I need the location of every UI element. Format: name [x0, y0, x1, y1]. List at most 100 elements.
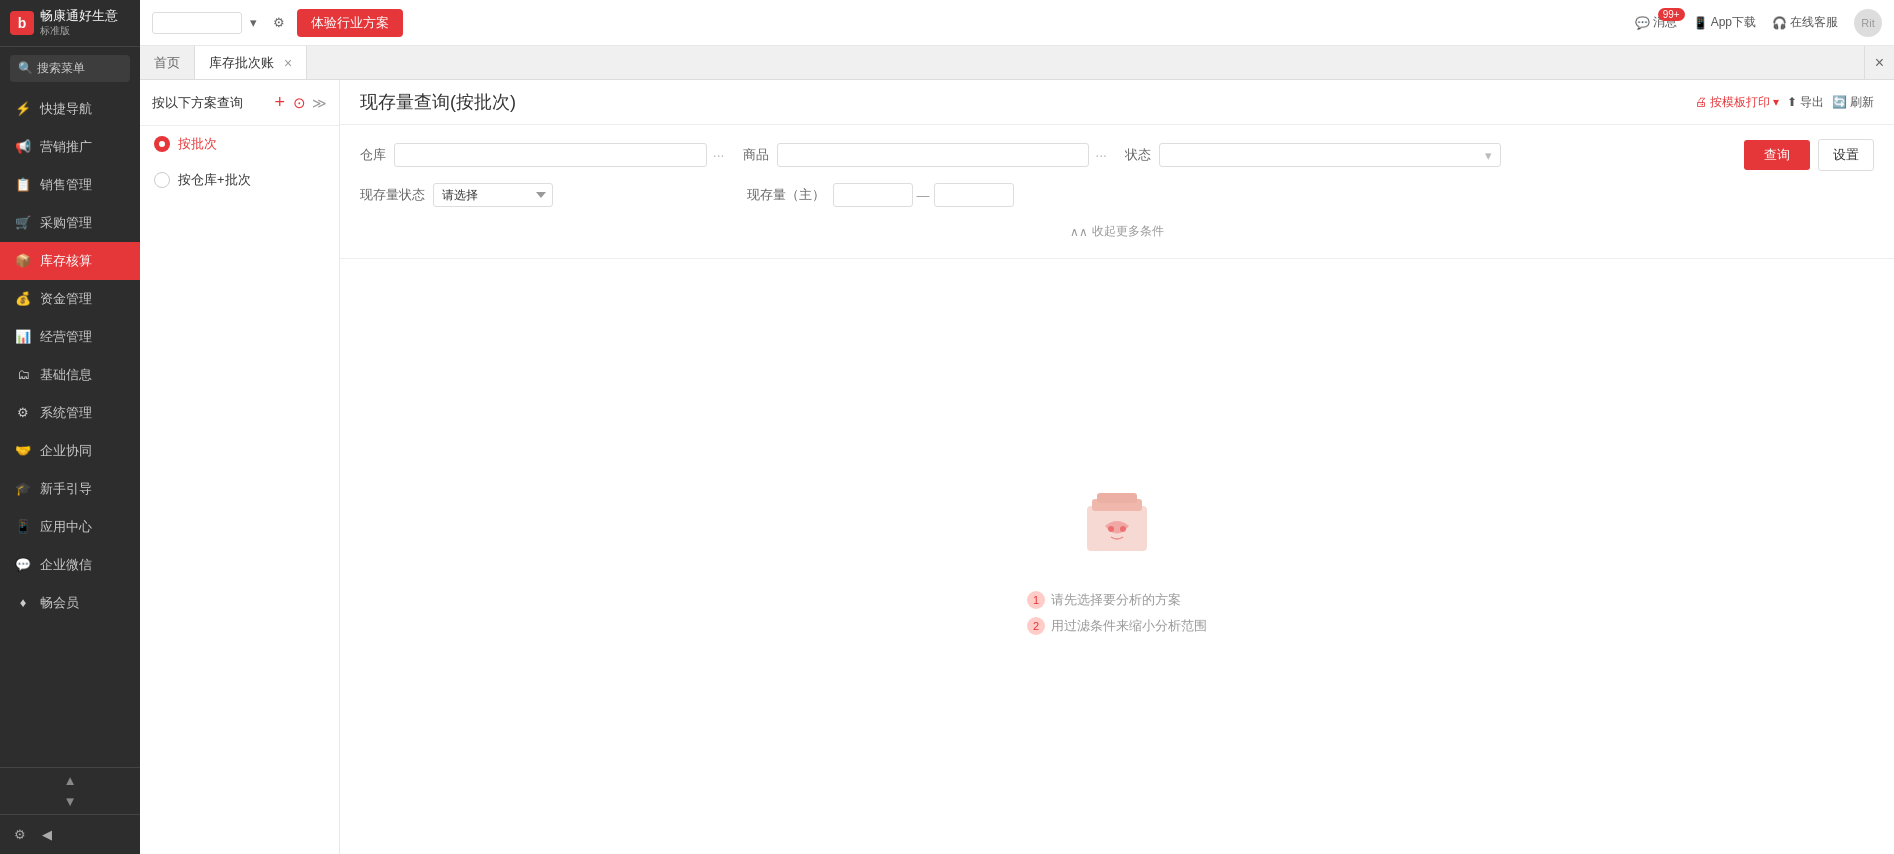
trial-btn[interactable]: 体验行业方案 [297, 9, 403, 37]
scheme-item-batch[interactable]: 按批次 [140, 126, 339, 162]
warehouse-field-wrap: ··· [394, 143, 727, 167]
empty-tip-2: 2 用过滤条件来缩小分析范围 [1027, 617, 1207, 635]
topbar-left: ▾ ⚙ 体验行业方案 [152, 9, 1627, 37]
stock-qty-range: — [833, 183, 1014, 207]
marketing-icon: 📢 [14, 138, 32, 156]
settings-icon: ⚙ [14, 827, 26, 842]
online-service-label: 在线客服 [1790, 14, 1838, 31]
print-label: 按模板打印 [1710, 94, 1770, 111]
topbar-search-input[interactable] [152, 12, 242, 34]
sidebar-scroll-down[interactable]: ▼ [0, 791, 140, 812]
sidebar-label-vip: 畅会员 [40, 594, 79, 612]
status-input[interactable] [1159, 143, 1501, 167]
stock-qty-separator: — [917, 188, 930, 203]
sidebar-settings-button[interactable]: ⚙ [10, 823, 30, 846]
enterprise-icon: 🤝 [14, 442, 32, 460]
product-input[interactable] [777, 143, 1090, 167]
app-info: 畅康通好生意 标准版 [40, 8, 118, 38]
tabbar: 首页 库存批次账 × × [140, 46, 1894, 80]
sidebar-item-weixin[interactable]: 💬 企业微信 [0, 546, 140, 584]
weixin-icon: 💬 [14, 556, 32, 574]
scheme-header-icons: + ⊙ ≫ [272, 90, 327, 115]
online-service-button[interactable]: 🎧 在线客服 [1772, 14, 1838, 31]
sidebar-scroll-up[interactable]: ▲ [0, 770, 140, 791]
scheme-dot-inner [159, 141, 165, 147]
scheme-collapse-button[interactable]: ≫ [312, 95, 327, 111]
sidebar-nav: ⚡ 快捷导航 📢 营销推广 📋 销售管理 🛒 采购管理 📦 库存核算 💰 资金管… [0, 90, 140, 767]
scheme-settings-button[interactable]: ⊙ [291, 92, 308, 114]
warehouse-input[interactable] [394, 143, 707, 167]
topbar-settings-button[interactable]: ⚙ [269, 13, 289, 32]
stock-qty-from-input[interactable] [833, 183, 913, 207]
scheme-header-left: 按以下方案查询 [152, 94, 243, 112]
tab-inventory-batch[interactable]: 库存批次账 × [195, 46, 307, 79]
tabbar-close-right[interactable]: × [1864, 46, 1894, 79]
sidebar-label-sales: 销售管理 [40, 176, 92, 194]
collapse-more-btn[interactable]: ∧∧ 收起更多条件 [360, 219, 1874, 244]
sidebar-item-inventory[interactable]: 📦 库存核算 [0, 242, 140, 280]
sidebar-search-wrap: 🔍 搜索菜单 [0, 47, 140, 90]
sidebar-item-vip[interactable]: ♦ 畅会员 [0, 584, 140, 622]
scheme-panel-title: 按以下方案查询 [152, 94, 243, 112]
scheme-item-warehouse-batch[interactable]: 按仓库+批次 [140, 162, 339, 198]
content-area: 按以下方案查询 + ⊙ ≫ 按批次 按仓库+批次 [140, 80, 1894, 854]
close-right-icon: × [1875, 54, 1884, 72]
stock-qty-to-input[interactable] [934, 183, 1014, 207]
page-header: 现存量查询(按批次) 🖨 按模板打印 ▾ ⬆ 导出 🔄 刷新 [340, 80, 1894, 125]
empty-illustration [1067, 471, 1167, 571]
stock-qty-label: 现存量（主） [747, 186, 825, 204]
print-dropdown-icon: ▾ [1773, 95, 1779, 109]
warehouse-label: 仓库 [360, 146, 386, 164]
filter-group-warehouse: 仓库 ··· [360, 143, 727, 167]
sidebar-label-weixin: 企业微信 [40, 556, 92, 574]
topbar-input-wrap: ▾ [152, 12, 261, 34]
message-button[interactable]: 💬 消息 99+ [1635, 14, 1677, 31]
user-avatar[interactable]: Rit [1854, 9, 1882, 37]
sidebar-item-sales[interactable]: 📋 销售管理 [0, 166, 140, 204]
filter-group-stock-qty: 现存量（主） — [747, 183, 1118, 207]
sidebar-label-operation: 经营管理 [40, 328, 92, 346]
query-button[interactable]: 查询 [1744, 140, 1810, 170]
sidebar-item-quick-nav[interactable]: ⚡ 快捷导航 [0, 90, 140, 128]
filter-settings-button[interactable]: 设置 [1818, 139, 1874, 171]
sidebar-item-finance[interactable]: 💰 资金管理 [0, 280, 140, 318]
tab-close-button[interactable]: × [280, 56, 292, 70]
topbar-dropdown-button[interactable]: ▾ [246, 13, 261, 32]
sidebar-item-apps[interactable]: 📱 应用中心 [0, 508, 140, 546]
print-button[interactable]: 🖨 按模板打印 ▾ [1695, 94, 1779, 111]
stock-status-label: 现存量状态 [360, 186, 425, 204]
message-badge: 99+ [1658, 8, 1685, 21]
filter-action-btns: 查询 设置 [1508, 139, 1875, 171]
refresh-button[interactable]: 🔄 刷新 [1832, 94, 1874, 111]
page-title: 现存量查询(按批次) [360, 90, 516, 114]
warehouse-more-icon[interactable]: ··· [711, 147, 727, 163]
sidebar-label-purchase: 采购管理 [40, 214, 92, 232]
sidebar-item-marketing[interactable]: 📢 营销推广 [0, 128, 140, 166]
product-more-icon[interactable]: ··· [1093, 147, 1109, 163]
user-name: Rit [1861, 17, 1874, 29]
tab-home[interactable]: 首页 [140, 46, 195, 79]
filter-group-stock-status: 现存量状态 请选择 [360, 183, 731, 207]
export-button[interactable]: ⬆ 导出 [1787, 94, 1824, 111]
sidebar-header: b 畅康通好生意 标准版 [0, 0, 140, 47]
search-icon: 🔍 [18, 61, 33, 75]
app-version: 标准版 [40, 24, 118, 38]
sidebar-item-operation[interactable]: 📊 经营管理 [0, 318, 140, 356]
stock-status-select[interactable]: 请选择 [433, 183, 553, 207]
sidebar: b 畅康通好生意 标准版 🔍 搜索菜单 ⚡ 快捷导航 📢 营销推广 📋 销售管理… [0, 0, 140, 854]
system-icon: ⚙ [14, 404, 32, 422]
sidebar-collapse-button[interactable]: ◀ [38, 823, 56, 846]
sidebar-item-system[interactable]: ⚙ 系统管理 [0, 394, 140, 432]
filter-area: 仓库 ··· 商品 ··· [340, 125, 1894, 259]
page-header-actions: 🖨 按模板打印 ▾ ⬆ 导出 🔄 刷新 [1695, 94, 1874, 111]
sidebar-item-base[interactable]: 🗂 基础信息 [0, 356, 140, 394]
product-field-wrap: ··· [777, 143, 1110, 167]
sidebar-item-enterprise[interactable]: 🤝 企业协同 [0, 432, 140, 470]
app-download-button[interactable]: 📱 App下载 [1693, 14, 1756, 31]
search-menu-button[interactable]: 🔍 搜索菜单 [10, 55, 130, 82]
sidebar-label-inventory: 库存核算 [40, 252, 92, 270]
inventory-icon: 📦 [14, 252, 32, 270]
scheme-add-button[interactable]: + [272, 90, 287, 115]
sidebar-item-guide[interactable]: 🎓 新手引导 [0, 470, 140, 508]
sidebar-item-purchase[interactable]: 🛒 采购管理 [0, 204, 140, 242]
